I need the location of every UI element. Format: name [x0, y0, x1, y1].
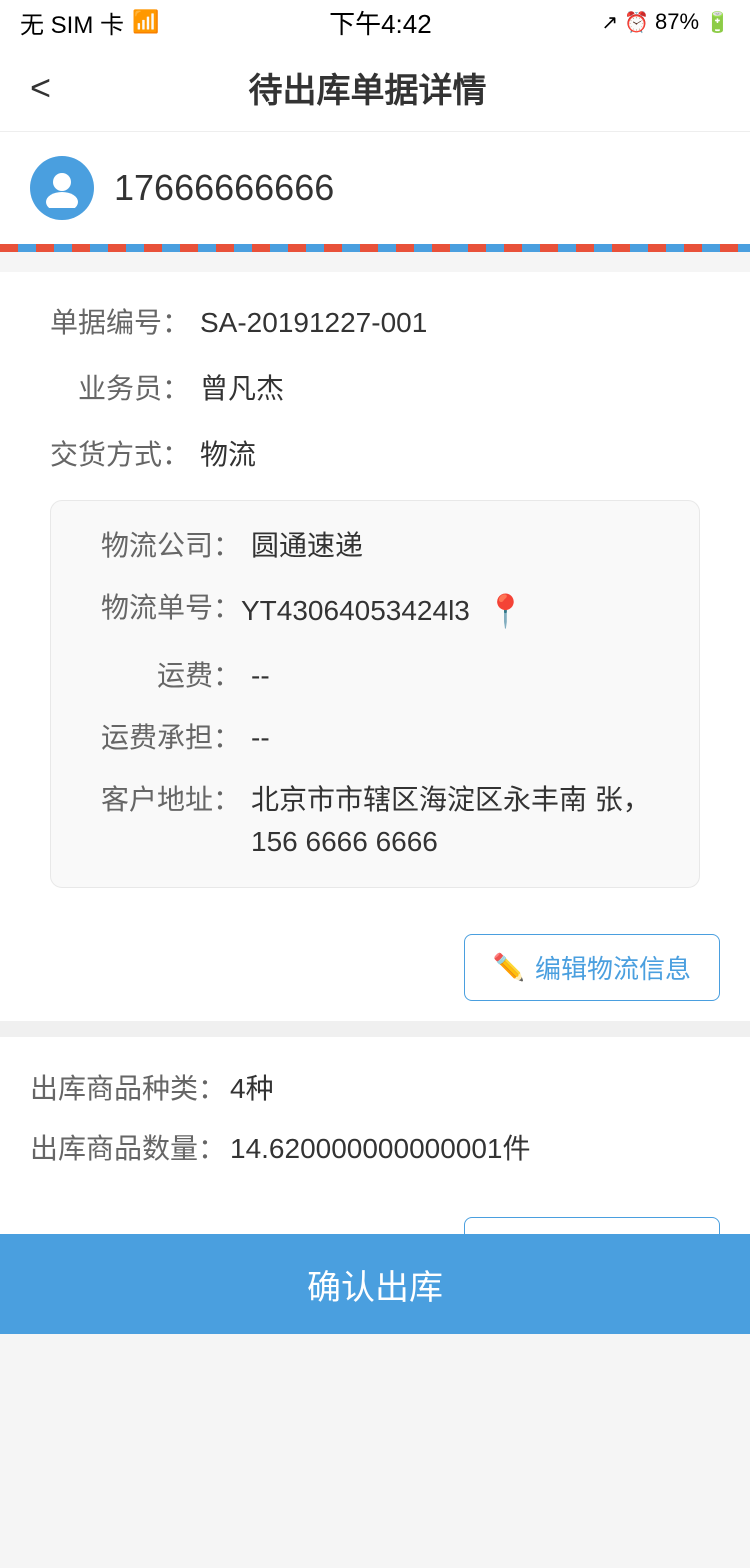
status-right: ↗ ⏰ 87% 🔋 [601, 9, 730, 35]
address-label: 客户地址： [81, 779, 241, 821]
goods-types-row: 出库商品种类： 4种 [30, 1067, 720, 1107]
dashed-divider [0, 244, 750, 252]
confirm-btn-label: 确认出库 [307, 1260, 443, 1309]
freight-bearer-label: 运费承担： [81, 717, 241, 759]
edit-icon: ✏️ [493, 952, 525, 983]
tracking-location-icon[interactable]: 📍 [486, 587, 526, 635]
freight-bearer-value: -- [251, 717, 669, 759]
sales-person-value: 曾凡杰 [200, 368, 720, 410]
goods-types-label: 出库商品种类： [30, 1067, 230, 1107]
location-status-icon: ↗ [601, 10, 618, 35]
freight-value: -- [251, 655, 669, 697]
section-divider [0, 1021, 750, 1037]
customer-phone: 17666666666 [114, 167, 334, 209]
logistics-card: 物流公司： 圆通速递 物流单号： YT43064053424l3 📍 运费： -… [50, 500, 700, 888]
order-no-value: SA-20191227-001 [200, 302, 720, 344]
status-time: 下午4:42 [329, 4, 432, 41]
tracking-no-container: YT43064053424l3 📍 [241, 587, 526, 635]
logistics-company-row: 物流公司： 圆通速递 [81, 525, 669, 567]
freight-bearer-row: 运费承担： -- [81, 717, 669, 759]
edit-logistics-label: 编辑物流信息 [535, 949, 691, 986]
delivery-method-row: 交货方式： 物流 [30, 434, 720, 476]
order-no-row: 单据编号： SA-20191227-001 [30, 302, 720, 344]
delivery-method-value: 物流 [200, 434, 720, 476]
wifi-icon: 📶 [132, 9, 159, 35]
alarm-icon: ⏰ [624, 10, 649, 35]
tracking-no-value: YT43064053424l3 [241, 590, 470, 632]
delivery-method-label: 交货方式： [30, 434, 190, 476]
avatar [30, 156, 94, 220]
logistics-company-value: 圆通速递 [251, 525, 669, 567]
sales-person-row: 业务员： 曾凡杰 [30, 368, 720, 410]
status-left: 无 SIM 卡 📶 [20, 5, 159, 40]
freight-label: 运费： [81, 655, 241, 697]
nav-bar: < 待出库单据详情 [0, 44, 750, 132]
edit-logistics-button[interactable]: ✏️ 编辑物流信息 [464, 934, 720, 1001]
back-button[interactable]: < [30, 67, 51, 109]
confirm-outbound-button[interactable]: 确认出库 [0, 1234, 750, 1334]
page-title: 待出库单据详情 [71, 63, 664, 112]
address-value: 北京市市辖区海淀区永丰南 张，156 6666 6666 [251, 779, 669, 863]
order-info-section: 单据编号： SA-20191227-001 业务员： 曾凡杰 交货方式： 物流 … [0, 272, 750, 918]
carrier-text: 无 SIM 卡 [20, 5, 124, 40]
order-no-label: 单据编号： [30, 302, 190, 344]
freight-row: 运费： -- [81, 655, 669, 697]
sales-person-label: 业务员： [30, 368, 190, 410]
goods-quantity-label: 出库商品数量： [30, 1127, 230, 1167]
logistics-company-label: 物流公司： [81, 525, 241, 567]
goods-section: 出库商品种类： 4种 出库商品数量： 14.620000000000001件 [0, 1037, 750, 1207]
user-icon [42, 168, 82, 208]
tracking-no-row: 物流单号： YT43064053424l3 📍 [81, 587, 669, 635]
customer-section: 17666666666 [0, 132, 750, 244]
address-row: 客户地址： 北京市市辖区海淀区永丰南 张，156 6666 6666 [81, 779, 669, 863]
goods-types-value: 4种 [230, 1067, 274, 1107]
status-bar: 无 SIM 卡 📶 下午4:42 ↗ ⏰ 87% 🔋 [0, 0, 750, 44]
battery-icon: 🔋 [705, 10, 730, 35]
goods-quantity-row: 出库商品数量： 14.620000000000001件 [30, 1127, 720, 1167]
tracking-no-label: 物流单号： [81, 587, 241, 629]
goods-quantity-value: 14.620000000000001件 [230, 1127, 531, 1167]
battery-text: 87% [655, 9, 699, 35]
edit-logistics-btn-area: ✏️ 编辑物流信息 [0, 918, 750, 1021]
